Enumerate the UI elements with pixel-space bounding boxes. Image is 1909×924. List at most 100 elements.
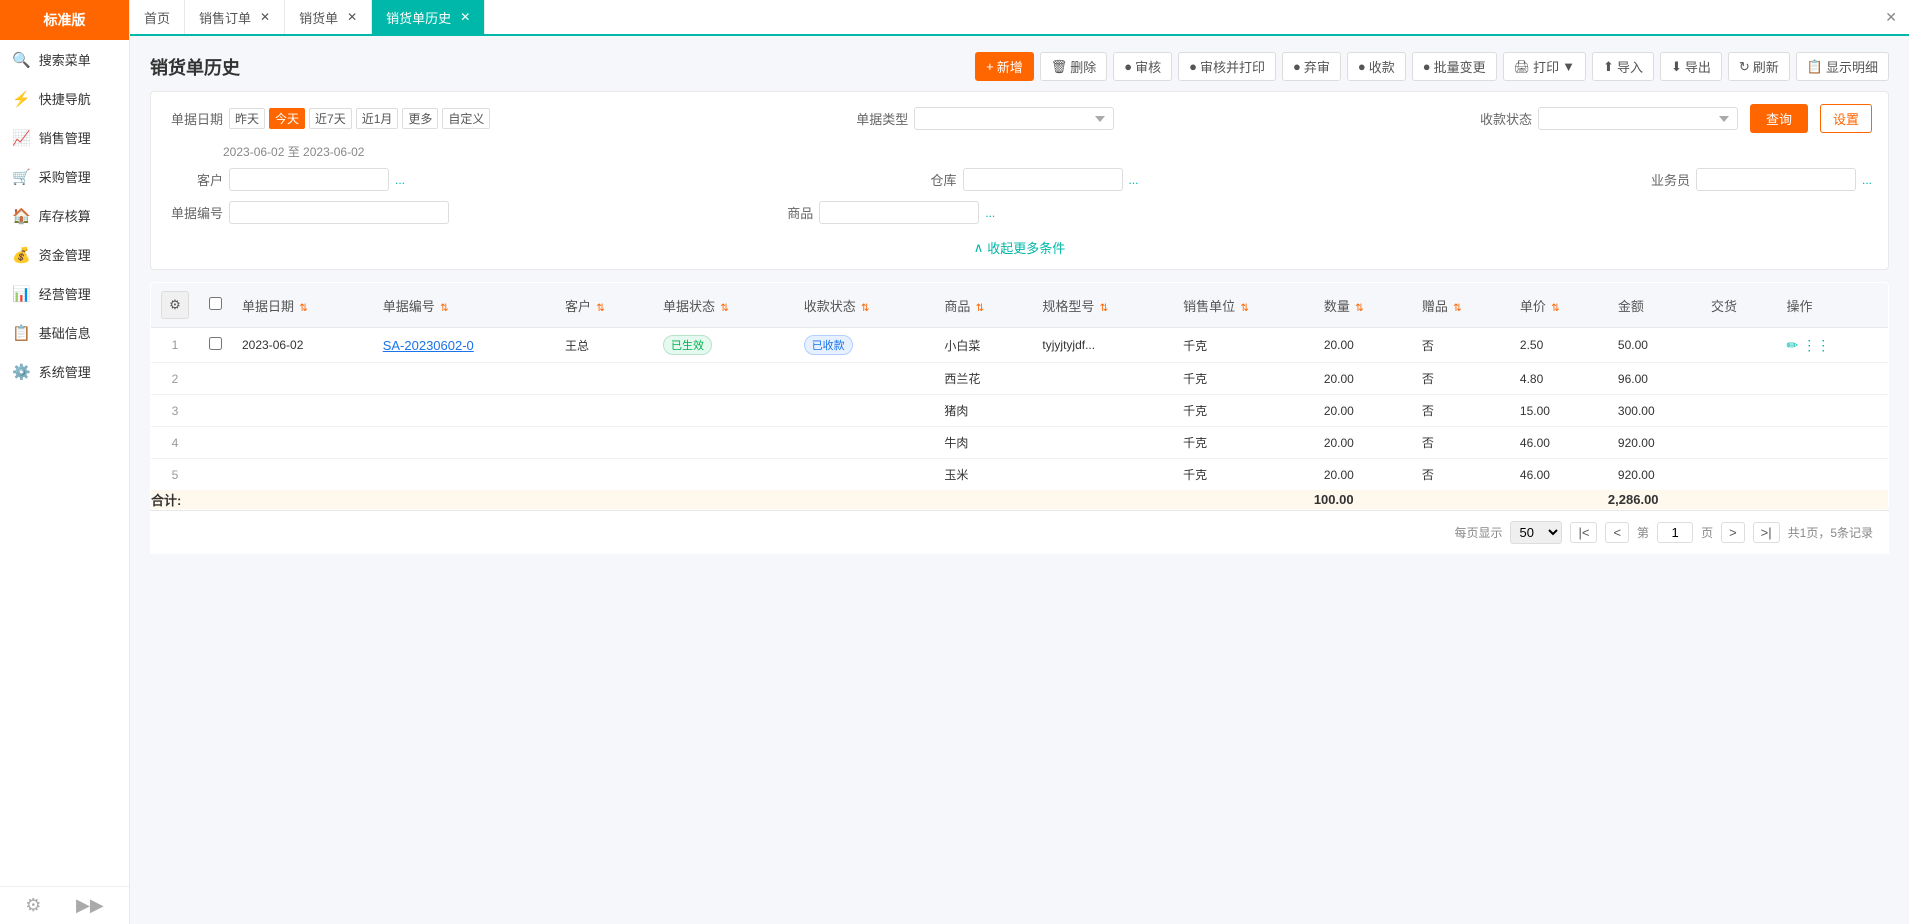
col-settings[interactable]: ⚙ (151, 283, 200, 328)
delete-button[interactable]: 🗑 删除 (1040, 52, 1108, 81)
page-size-select[interactable]: 50 100 (1510, 521, 1562, 544)
col-doc-no[interactable]: 单据编号 ⇅ (373, 283, 555, 328)
col-collect-status-sort: ⇅ (861, 303, 869, 314)
sidebar-item-basic-info[interactable]: 📋 基础信息 (0, 313, 129, 352)
goods-picker-btn[interactable]: ... (985, 206, 995, 220)
cell-doc-no[interactable] (373, 427, 555, 459)
prev-page-button[interactable]: < (1605, 522, 1629, 543)
date-btn-custom[interactable]: 自定义 (442, 108, 490, 129)
total-info: 共1页，5条记录 (1788, 524, 1873, 541)
col-sales-unit[interactable]: 销售单位 ⇅ (1173, 283, 1314, 328)
cell-doc-no[interactable] (373, 363, 555, 395)
date-btn-today[interactable]: 今天 (269, 108, 305, 129)
col-transaction[interactable]: 交货 (1701, 283, 1777, 328)
tab-sales-order[interactable]: 销售订单 ✕ (185, 0, 285, 34)
warehouse-picker-btn[interactable]: ... (1129, 173, 1139, 187)
cell-amount: 50.00 (1608, 328, 1701, 363)
salesperson-label: 业务员 (1634, 170, 1690, 189)
customer-input[interactable] (229, 168, 389, 191)
sidebar-item-operations-mgmt[interactable]: 📊 经营管理 (0, 274, 129, 313)
cell-checkbox[interactable] (199, 328, 232, 363)
sidebar-item-search-menu[interactable]: 🔍 搜索菜单 (0, 40, 129, 79)
window-close-button[interactable]: ✕ (1873, 9, 1909, 26)
col-gift[interactable]: 赠品 ⇅ (1412, 283, 1510, 328)
tab-sales-history[interactable]: 销货单历史 ✕ (372, 0, 485, 34)
tab-sales-history-close[interactable]: ✕ (460, 10, 470, 24)
sidebar-item-quick-nav[interactable]: ⚡ 快捷导航 (0, 79, 129, 118)
footer-total-quantity: 100.00 (1314, 490, 1412, 510)
print-button[interactable]: 🖨 打印 ▼ (1503, 52, 1586, 81)
sidebar-collapse-icon[interactable]: ▶▶ (76, 895, 104, 916)
more-action-icon[interactable]: ⋮⋮ (1802, 337, 1830, 353)
collect-button[interactable]: ● 收款 (1347, 52, 1406, 81)
tab-home[interactable]: 首页 (130, 0, 185, 34)
cell-checkbox[interactable] (199, 427, 232, 459)
audit-print-button[interactable]: ● 审核并打印 (1178, 52, 1276, 81)
cell-checkbox[interactable] (199, 459, 232, 491)
col-unit-price[interactable]: 单价 ⇅ (1510, 283, 1608, 328)
first-page-button[interactable]: |< (1570, 522, 1597, 543)
settings-button[interactable]: 设置 (1820, 104, 1872, 133)
date-btn-1month[interactable]: 近1月 (356, 108, 399, 129)
collapse-filter-btn[interactable]: ∧ 收起更多条件 (167, 234, 1872, 257)
col-collect-status[interactable]: 收款状态 ⇅ (794, 283, 935, 328)
date-btn-more[interactable]: 更多 (402, 108, 438, 129)
col-checkbox[interactable] (199, 283, 232, 328)
warehouse-input[interactable] (963, 168, 1123, 191)
tab-sales-order-close[interactable]: ✕ (260, 10, 270, 24)
col-doc-status[interactable]: 单据状态 ⇅ (653, 283, 794, 328)
add-button[interactable]: + 新增 (975, 52, 1034, 81)
abandon-button[interactable]: ● 弃审 (1282, 52, 1341, 81)
doc-no-link[interactable]: SA-20230602-0 (383, 338, 474, 353)
sidebar-item-sales-mgmt[interactable]: 📈 销售管理 (0, 118, 129, 157)
page-label-post: 页 (1701, 524, 1713, 541)
col-goods[interactable]: 商品 ⇅ (934, 283, 1032, 328)
doc-type-select[interactable] (914, 107, 1114, 130)
cell-doc-no[interactable] (373, 395, 555, 427)
next-page-button[interactable]: > (1721, 522, 1745, 543)
audit-button[interactable]: ● 审核 (1113, 52, 1172, 81)
docno-input[interactable] (229, 201, 449, 224)
col-unit-price-sort: ⇅ (1551, 303, 1559, 314)
refresh-icon: ↻ (1739, 59, 1750, 75)
cell-action (1776, 427, 1888, 459)
sidebar-settings-icon[interactable]: ⚙ (25, 895, 41, 916)
salesperson-picker-btn[interactable]: ... (1862, 173, 1872, 187)
goods-input[interactable] (819, 201, 979, 224)
col-quantity[interactable]: 数量 ⇅ (1314, 283, 1412, 328)
edit-action-icon[interactable]: ✏ (1786, 337, 1798, 353)
cell-doc-no[interactable] (373, 459, 555, 491)
page-number-input[interactable] (1657, 522, 1693, 543)
last-page-button[interactable]: >| (1753, 522, 1780, 543)
col-doc-date[interactable]: 单据日期 ⇅ (232, 283, 373, 328)
customer-picker-btn[interactable]: ... (395, 173, 405, 187)
cell-checkbox[interactable] (199, 395, 232, 427)
cell-collect-status (794, 459, 935, 491)
cell-spec-type (1032, 459, 1173, 491)
cell-doc-no[interactable]: SA-20230602-0 (373, 328, 555, 363)
date-btn-yesterday[interactable]: 昨天 (229, 108, 265, 129)
sidebar-item-inventory-calc[interactable]: 🏠 库存核算 (0, 196, 129, 235)
col-customer[interactable]: 客户 ⇅ (555, 283, 653, 328)
cell-checkbox[interactable] (199, 363, 232, 395)
date-btn-7days[interactable]: 近7天 (309, 108, 352, 129)
cell-doc-date (232, 427, 373, 459)
cell-doc-date: 2023-06-02 (232, 328, 373, 363)
query-button[interactable]: 查询 (1750, 104, 1808, 133)
sidebar-item-system-mgmt[interactable]: ⚙️ 系统管理 (0, 352, 129, 391)
refresh-button[interactable]: ↻ 刷新 (1728, 52, 1790, 81)
salesperson-input[interactable] (1696, 168, 1856, 191)
import-button[interactable]: ⬆ 导入 (1592, 52, 1654, 81)
tab-sales-delivery-close[interactable]: ✕ (347, 10, 357, 24)
batch-change-button[interactable]: ● 批量变更 (1412, 52, 1497, 81)
col-spec-type[interactable]: 规格型号 ⇅ (1032, 283, 1173, 328)
sidebar-item-purchase-mgmt[interactable]: 🛒 采购管理 (0, 157, 129, 196)
select-all-checkbox[interactable] (209, 297, 222, 310)
collect-status-select[interactable] (1538, 107, 1738, 130)
sidebar-item-finance-mgmt[interactable]: 💰 资金管理 (0, 235, 129, 274)
export-button[interactable]: ⬇ 导出 (1660, 52, 1722, 81)
col-amount[interactable]: 金额 (1608, 283, 1701, 328)
tab-sales-delivery[interactable]: 销货单 ✕ (285, 0, 372, 34)
row-checkbox[interactable] (209, 337, 222, 350)
show-detail-button[interactable]: 📋 显示明细 (1796, 52, 1889, 81)
